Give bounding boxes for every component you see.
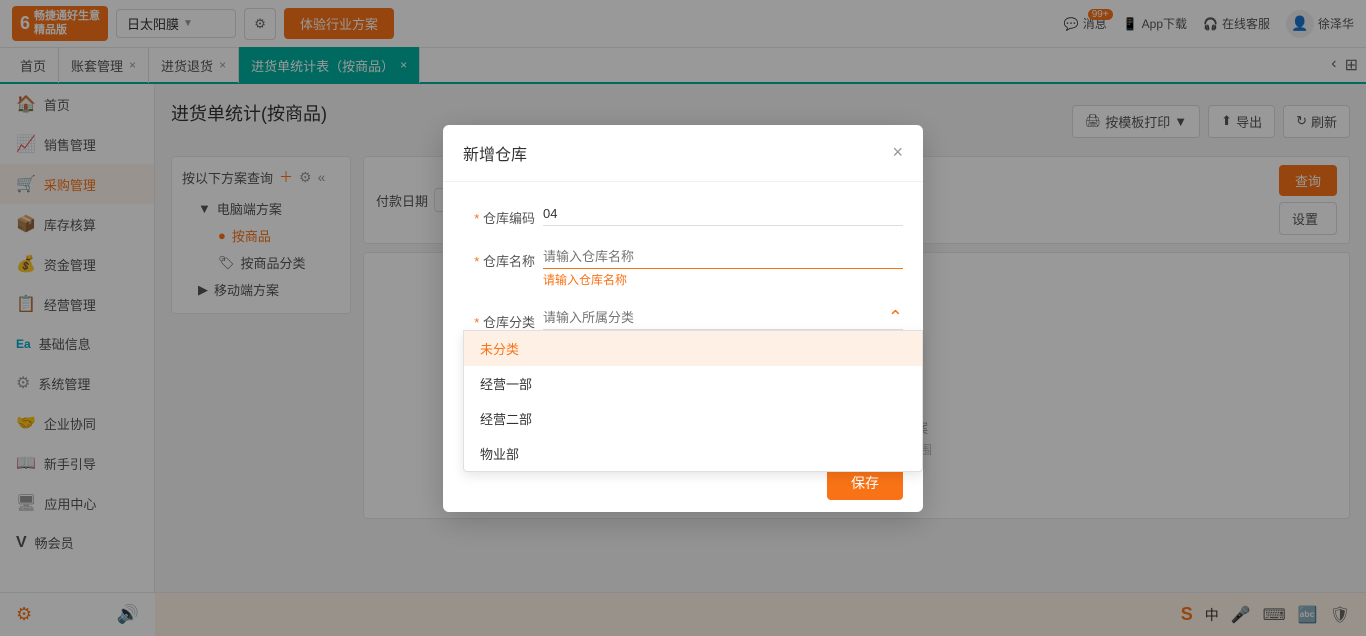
category-wrapper: ⌃ 未分类 经营一部 经营二部 物业部 [543, 306, 903, 330]
required-star: * [474, 211, 479, 226]
category-input-row: ⌃ [543, 306, 903, 330]
category-dropdown: 未分类 经营一部 经营二部 物业部 [463, 330, 923, 472]
form-row-code: * 仓库编码 [463, 202, 903, 227]
modal-overlay[interactable]: 新增仓库 × * 仓库编码 * 仓库名称 [0, 0, 1366, 636]
warehouse-code-input[interactable] [543, 202, 903, 226]
dropdown-item-dept3[interactable]: 物业部 [464, 436, 922, 471]
dropdown-item-dept2[interactable]: 经营二部 [464, 401, 922, 436]
dropdown-item-dept1[interactable]: 经营一部 [464, 366, 922, 401]
name-label: * 仓库名称 [463, 245, 543, 270]
code-label: * 仓库编码 [463, 202, 543, 227]
form-row-name: * 仓库名称 请输入仓库名称 [463, 245, 903, 288]
category-toggle-icon[interactable]: ⌃ [888, 307, 903, 328]
required-star-category: * [474, 315, 479, 330]
category-label: * 仓库分类 [463, 306, 543, 331]
dropdown-item-unclassified[interactable]: 未分类 [464, 331, 922, 366]
modal-header: 新增仓库 × [443, 125, 923, 182]
modal-title: 新增仓库 [463, 141, 527, 165]
modal-body: * 仓库编码 * 仓库名称 请输入仓库名称 [443, 182, 923, 454]
code-field [543, 202, 903, 226]
required-star-name: * [474, 254, 479, 269]
modal-close-button[interactable]: × [892, 142, 903, 163]
name-field: 请输入仓库名称 [543, 245, 903, 288]
new-warehouse-modal: 新增仓库 × * 仓库编码 * 仓库名称 [443, 125, 923, 512]
warehouse-name-input[interactable] [543, 245, 903, 269]
category-input[interactable] [543, 306, 888, 329]
name-error-msg: 请输入仓库名称 [543, 271, 903, 288]
form-row-category: * 仓库分类 ⌃ 未分类 经营一部 经营二部 物业部 [463, 306, 903, 331]
